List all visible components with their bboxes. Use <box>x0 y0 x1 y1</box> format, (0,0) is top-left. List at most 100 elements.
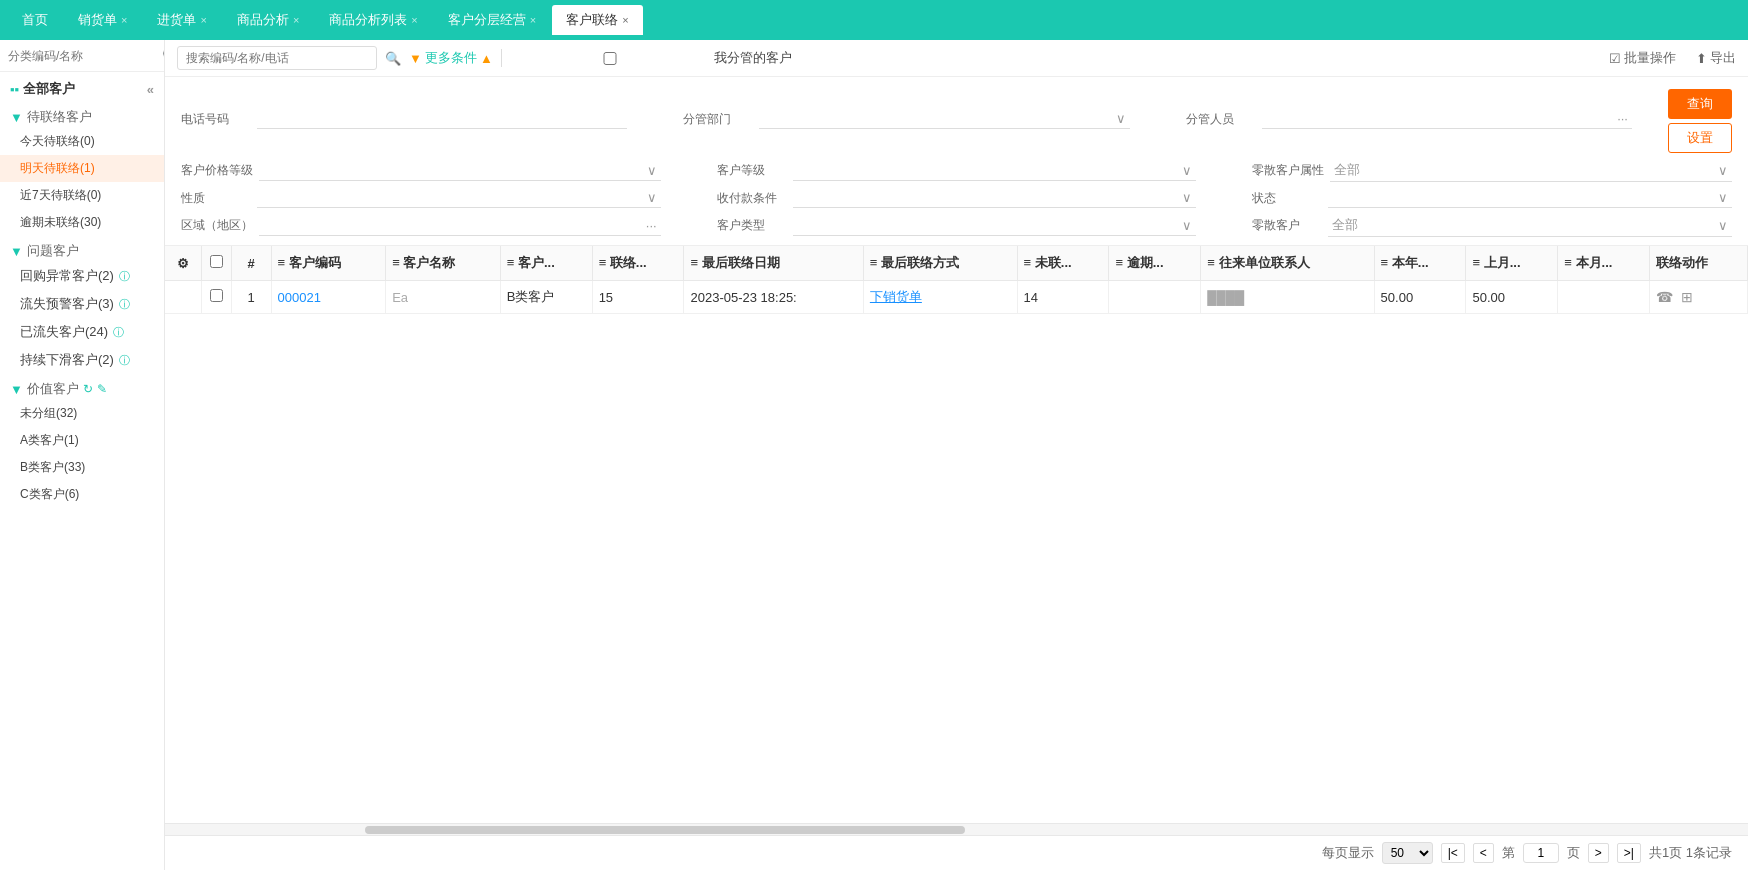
top-nav: 首页 销货单 × 进货单 × 商品分析 × 商品分析列表 × 客户分层经营 × … <box>0 0 1748 40</box>
sidebar-item-churned[interactable]: 已流失客户(24) ⓘ <box>0 318 164 346</box>
horizontal-scrollbar[interactable] <box>165 823 1748 835</box>
close-product-analysis-icon[interactable]: × <box>293 14 299 26</box>
sidebar-item-b-class[interactable]: B类客户(33) <box>0 454 164 481</box>
query-button[interactable]: 查询 <box>1668 89 1732 119</box>
payment-select[interactable]: ∨ <box>793 188 1197 208</box>
row-this-month <box>1558 281 1650 314</box>
last-page-btn[interactable]: >| <box>1617 843 1641 863</box>
adv-field-customer-level: 客户等级 ∨ <box>717 161 1197 181</box>
sidebar-item-overdue[interactable]: 逾期未联络(30) <box>0 209 164 236</box>
row-not-contacted: 14 <box>1017 281 1109 314</box>
my-customers-checkbox-label[interactable]: 我分管的客户 <box>510 49 792 67</box>
main-layout: 🔍 ▪▪ 全部客户 « ▼ 待联络客户 今天待联络(0) 明天待联络(1) 近7… <box>0 40 1748 870</box>
prev-page-btn[interactable]: < <box>1473 843 1494 863</box>
page-label: 第 <box>1502 844 1515 862</box>
my-customers-checkbox[interactable] <box>510 52 710 65</box>
row-no: 1 <box>231 281 271 314</box>
sidebar-item-today[interactable]: 今天待联络(0) <box>0 128 164 155</box>
page-input[interactable] <box>1523 843 1559 863</box>
region-select[interactable]: ··· <box>259 216 661 236</box>
batch-op-btn[interactable]: ☑ 批量操作 <box>1609 49 1676 67</box>
th-action: 联络动作 <box>1650 246 1748 281</box>
th-code: ≡ 客户编码 <box>271 246 386 281</box>
adv-row-2: 客户价格等级 ∨ 客户等级 ∨ 零散客户属性 <box>181 159 1732 182</box>
price-level-select[interactable]: ∨ <box>259 161 661 181</box>
sidebar: 🔍 ▪▪ 全部客户 « ▼ 待联络客户 今天待联络(0) 明天待联络(1) 近7… <box>0 40 165 870</box>
retail-attr-select[interactable]: 全部 ∨ <box>1330 159 1732 182</box>
set-button[interactable]: 设置 <box>1668 123 1732 153</box>
row-name[interactable]: Ea <box>386 281 501 314</box>
info-icon-2: ⓘ <box>113 326 124 338</box>
phone-input[interactable] <box>257 110 627 129</box>
close-customer-contact-icon[interactable]: × <box>622 14 628 26</box>
first-page-btn[interactable]: |< <box>1441 843 1465 863</box>
adv-field-retail-customer: 零散客户 全部 ∨ <box>1252 214 1732 237</box>
sidebar-all-customers[interactable]: ▪▪ 全部客户 « <box>0 72 164 102</box>
sidebar-item-churn-warning[interactable]: 流失预警客户(3) ⓘ <box>0 290 164 318</box>
nav-product-analysis[interactable]: 商品分析 × <box>223 5 313 35</box>
next-page-btn[interactable]: > <box>1588 843 1609 863</box>
ellipsis-icon-2: ··· <box>646 218 657 233</box>
more-conditions-btn[interactable]: ▼ 更多条件 ▲ <box>409 49 493 67</box>
price-level-label: 客户价格等级 <box>181 162 253 179</box>
action-more-icon[interactable]: ⊞ <box>1681 289 1693 305</box>
edit-icon[interactable]: ✎ <box>97 382 107 396</box>
sidebar-item-tomorrow[interactable]: 明天待联络(1) <box>0 155 164 182</box>
sidebar-item-a-class[interactable]: A类客户(1) <box>0 427 164 454</box>
sidebar-item-7days[interactable]: 近7天待联络(0) <box>0 182 164 209</box>
sidebar-item-ungroup[interactable]: 未分组(32) <box>0 400 164 427</box>
export-btn[interactable]: ⬆ 导出 <box>1696 49 1736 67</box>
close-product-analysis-list-icon[interactable]: × <box>411 14 417 26</box>
sidebar-item-declining[interactable]: 持续下滑客户(2) ⓘ <box>0 346 164 374</box>
scroll-thumb[interactable] <box>365 826 965 834</box>
sidebar-item-c-class[interactable]: C类客户(6) <box>0 481 164 508</box>
adv-field-manager: 分管人员 ··· <box>1186 109 1632 129</box>
manager-select[interactable]: ··· <box>1262 109 1632 129</box>
row-code[interactable]: 000021 <box>271 281 386 314</box>
export-icon: ⬆ <box>1696 51 1707 66</box>
nav-customer-contact[interactable]: 客户联络 × <box>552 5 642 35</box>
row-partner-contact: ████ <box>1201 281 1374 314</box>
triangle-icon: ▼ <box>10 110 23 125</box>
nav-sales[interactable]: 销货单 × <box>64 5 141 35</box>
divider <box>501 49 502 67</box>
nav-product-analysis-list[interactable]: 商品分析列表 × <box>315 5 431 35</box>
chevron-down-icon-6: ∨ <box>1182 190 1192 205</box>
close-sales-icon[interactable]: × <box>121 14 127 26</box>
search-icon[interactable]: 🔍 <box>385 51 401 66</box>
sidebar-section-value: ▼ 价值客户 ↻ ✎ <box>0 374 164 400</box>
status-select[interactable]: ∨ <box>1328 188 1732 208</box>
payment-label: 收付款条件 <box>717 190 787 207</box>
nav-home[interactable]: 首页 <box>8 5 62 35</box>
per-page-select[interactable]: 50 100 200 <box>1382 842 1433 864</box>
retail-customer-select[interactable]: 全部 ∨ <box>1328 214 1732 237</box>
row-last-contact-method[interactable]: 下销货单 <box>863 281 1017 314</box>
nature-select[interactable]: ∨ <box>257 188 661 208</box>
close-purchase-icon[interactable]: × <box>200 14 206 26</box>
chevron-down-icon-9: ∨ <box>1718 218 1728 233</box>
row-select-checkbox[interactable] <box>210 289 223 302</box>
sidebar-search-input[interactable] <box>8 49 158 63</box>
pagination-bar: 每页显示 50 100 200 |< < 第 页 > >| 共1页 1条记录 <box>165 835 1748 870</box>
row-checkbox[interactable] <box>201 281 231 314</box>
chevron-down-icon-2: ∨ <box>647 163 657 178</box>
th-gear[interactable]: ⚙ <box>165 246 201 281</box>
info-icon-0: ⓘ <box>119 270 130 282</box>
ellipsis-icon: ··· <box>1617 111 1628 126</box>
th-checkbox[interactable] <box>201 246 231 281</box>
sidebar-collapse-icon[interactable]: « <box>147 82 154 97</box>
search-input[interactable] <box>177 46 377 70</box>
nav-customer-tier[interactable]: 客户分层经营 × <box>434 5 550 35</box>
nav-purchase[interactable]: 进货单 × <box>143 5 220 35</box>
customer-type-select[interactable]: ∨ <box>793 216 1197 236</box>
select-all-checkbox[interactable] <box>210 255 223 268</box>
sidebar-item-abnormal[interactable]: 回购异常客户(2) ⓘ <box>0 262 164 290</box>
action-phone-icon[interactable]: ☎ <box>1656 289 1673 305</box>
customer-level-label: 客户等级 <box>717 162 787 179</box>
close-customer-tier-icon[interactable]: × <box>530 14 536 26</box>
customer-level-select[interactable]: ∨ <box>793 161 1197 181</box>
adv-field-price-level: 客户价格等级 ∨ <box>181 161 661 181</box>
row-overdue <box>1109 281 1201 314</box>
dept-select[interactable]: ∨ <box>759 109 1129 129</box>
refresh-icon[interactable]: ↻ <box>83 382 93 396</box>
